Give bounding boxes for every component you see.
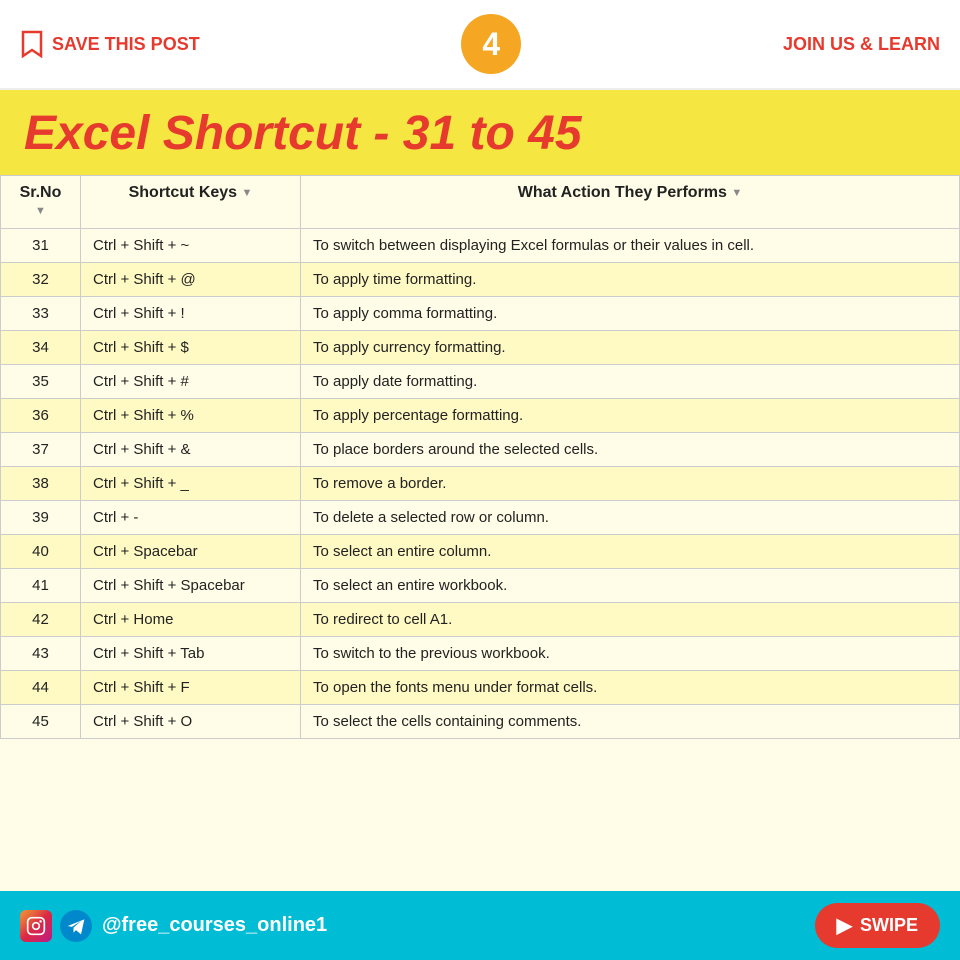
table-row: 35Ctrl + Shift + #To apply date formatti… bbox=[1, 364, 960, 398]
table-row: 33Ctrl + Shift + !To apply comma formatt… bbox=[1, 296, 960, 330]
cell-action: To apply time formatting. bbox=[301, 262, 960, 296]
filter-icon-3: ▼ bbox=[731, 187, 742, 199]
table-row: 34Ctrl + Shift + $To apply currency form… bbox=[1, 330, 960, 364]
telegram-icon bbox=[60, 910, 92, 942]
save-post: SAVE THIS POST bbox=[20, 30, 200, 58]
footer: @free_courses_online1 ▶ SWIPE bbox=[0, 891, 960, 960]
shortcuts-table: Sr.No ▼ Shortcut Keys ▼ What Action They… bbox=[0, 175, 960, 739]
cell-srno: 42 bbox=[1, 602, 81, 636]
title-section: Excel Shortcut - 31 to 45 bbox=[0, 90, 960, 175]
page-title: Excel Shortcut - 31 to 45 bbox=[24, 108, 936, 161]
table-row: 39Ctrl + -To delete a selected row or co… bbox=[1, 500, 960, 534]
cell-shortcut: Ctrl + Shift + ! bbox=[81, 296, 301, 330]
cell-srno: 33 bbox=[1, 296, 81, 330]
cell-shortcut: Ctrl + Shift + & bbox=[81, 432, 301, 466]
cell-srno: 34 bbox=[1, 330, 81, 364]
cell-action: To place borders around the selected cel… bbox=[301, 432, 960, 466]
cell-srno: 43 bbox=[1, 636, 81, 670]
social-icons bbox=[20, 910, 92, 942]
page-container: SAVE THIS POST 4 JOIN US & LEARN Excel S… bbox=[0, 0, 960, 960]
table-row: 43Ctrl + Shift + TabTo switch to the pre… bbox=[1, 636, 960, 670]
cell-action: To switch to the previous workbook. bbox=[301, 636, 960, 670]
cell-shortcut: Ctrl + Home bbox=[81, 602, 301, 636]
cell-srno: 32 bbox=[1, 262, 81, 296]
table-row: 37Ctrl + Shift + &To place borders aroun… bbox=[1, 432, 960, 466]
cell-shortcut: Ctrl + Shift + $ bbox=[81, 330, 301, 364]
cell-shortcut: Ctrl + Shift + % bbox=[81, 398, 301, 432]
cell-action: To select an entire column. bbox=[301, 534, 960, 568]
cell-shortcut: Ctrl + Shift + F bbox=[81, 670, 301, 704]
swipe-arrow-icon: ▶ bbox=[837, 913, 852, 938]
cell-action: To apply date formatting. bbox=[301, 364, 960, 398]
table-section: Sr.No ▼ Shortcut Keys ▼ What Action They… bbox=[0, 175, 960, 891]
cell-action: To redirect to cell A1. bbox=[301, 602, 960, 636]
cell-shortcut: Ctrl + Shift + Spacebar bbox=[81, 568, 301, 602]
table-row: 40Ctrl + SpacebarTo select an entire col… bbox=[1, 534, 960, 568]
cell-srno: 39 bbox=[1, 500, 81, 534]
table-header-row: Sr.No ▼ Shortcut Keys ▼ What Action They… bbox=[1, 175, 960, 228]
table-row: 45Ctrl + Shift + OTo select the cells co… bbox=[1, 704, 960, 738]
cell-srno: 45 bbox=[1, 704, 81, 738]
col-header-action: What Action They Performs ▼ bbox=[301, 175, 960, 228]
cell-shortcut: Ctrl + Shift + O bbox=[81, 704, 301, 738]
col-header-shortcut: Shortcut Keys ▼ bbox=[81, 175, 301, 228]
cell-action: To select the cells containing comments. bbox=[301, 704, 960, 738]
cell-srno: 36 bbox=[1, 398, 81, 432]
cell-action: To switch between displaying Excel formu… bbox=[301, 228, 960, 262]
cell-action: To apply percentage formatting. bbox=[301, 398, 960, 432]
footer-left: @free_courses_online1 bbox=[20, 910, 327, 942]
cell-action: To apply currency formatting. bbox=[301, 330, 960, 364]
table-row: 38Ctrl + Shift + _To remove a border. bbox=[1, 466, 960, 500]
table-row: 32Ctrl + Shift + @To apply time formatti… bbox=[1, 262, 960, 296]
instagram-icon bbox=[20, 910, 52, 942]
table-row: 42Ctrl + HomeTo redirect to cell A1. bbox=[1, 602, 960, 636]
cell-shortcut: Ctrl + Shift + _ bbox=[81, 466, 301, 500]
table-row: 31Ctrl + Shift + ~To switch between disp… bbox=[1, 228, 960, 262]
table-row: 41Ctrl + Shift + SpacebarTo select an en… bbox=[1, 568, 960, 602]
social-handle: @free_courses_online1 bbox=[102, 914, 327, 937]
join-label: JOIN US & LEARN bbox=[783, 34, 940, 55]
swipe-button[interactable]: ▶ SWIPE bbox=[815, 903, 940, 948]
cell-shortcut: Ctrl + Spacebar bbox=[81, 534, 301, 568]
cell-shortcut: Ctrl + Shift + # bbox=[81, 364, 301, 398]
header: SAVE THIS POST 4 JOIN US & LEARN bbox=[0, 0, 960, 90]
badge-number: 4 bbox=[461, 14, 521, 74]
cell-shortcut: Ctrl + Shift + @ bbox=[81, 262, 301, 296]
cell-srno: 37 bbox=[1, 432, 81, 466]
cell-action: To delete a selected row or column. bbox=[301, 500, 960, 534]
cell-action: To apply comma formatting. bbox=[301, 296, 960, 330]
cell-action: To open the fonts menu under format cell… bbox=[301, 670, 960, 704]
save-label: SAVE THIS POST bbox=[52, 34, 200, 55]
cell-shortcut: Ctrl + - bbox=[81, 500, 301, 534]
cell-srno: 40 bbox=[1, 534, 81, 568]
filter-icon: ▼ bbox=[35, 205, 46, 217]
cell-srno: 44 bbox=[1, 670, 81, 704]
table-row: 44Ctrl + Shift + FTo open the fonts menu… bbox=[1, 670, 960, 704]
swipe-label: SWIPE bbox=[860, 915, 918, 936]
table-row: 36Ctrl + Shift + %To apply percentage fo… bbox=[1, 398, 960, 432]
bookmark-icon bbox=[20, 30, 44, 58]
cell-shortcut: Ctrl + Shift + Tab bbox=[81, 636, 301, 670]
cell-srno: 41 bbox=[1, 568, 81, 602]
cell-srno: 35 bbox=[1, 364, 81, 398]
cell-srno: 31 bbox=[1, 228, 81, 262]
cell-action: To select an entire workbook. bbox=[301, 568, 960, 602]
cell-srno: 38 bbox=[1, 466, 81, 500]
col-header-srno: Sr.No ▼ bbox=[1, 175, 81, 228]
cell-shortcut: Ctrl + Shift + ~ bbox=[81, 228, 301, 262]
cell-action: To remove a border. bbox=[301, 466, 960, 500]
filter-icon-2: ▼ bbox=[242, 187, 253, 199]
